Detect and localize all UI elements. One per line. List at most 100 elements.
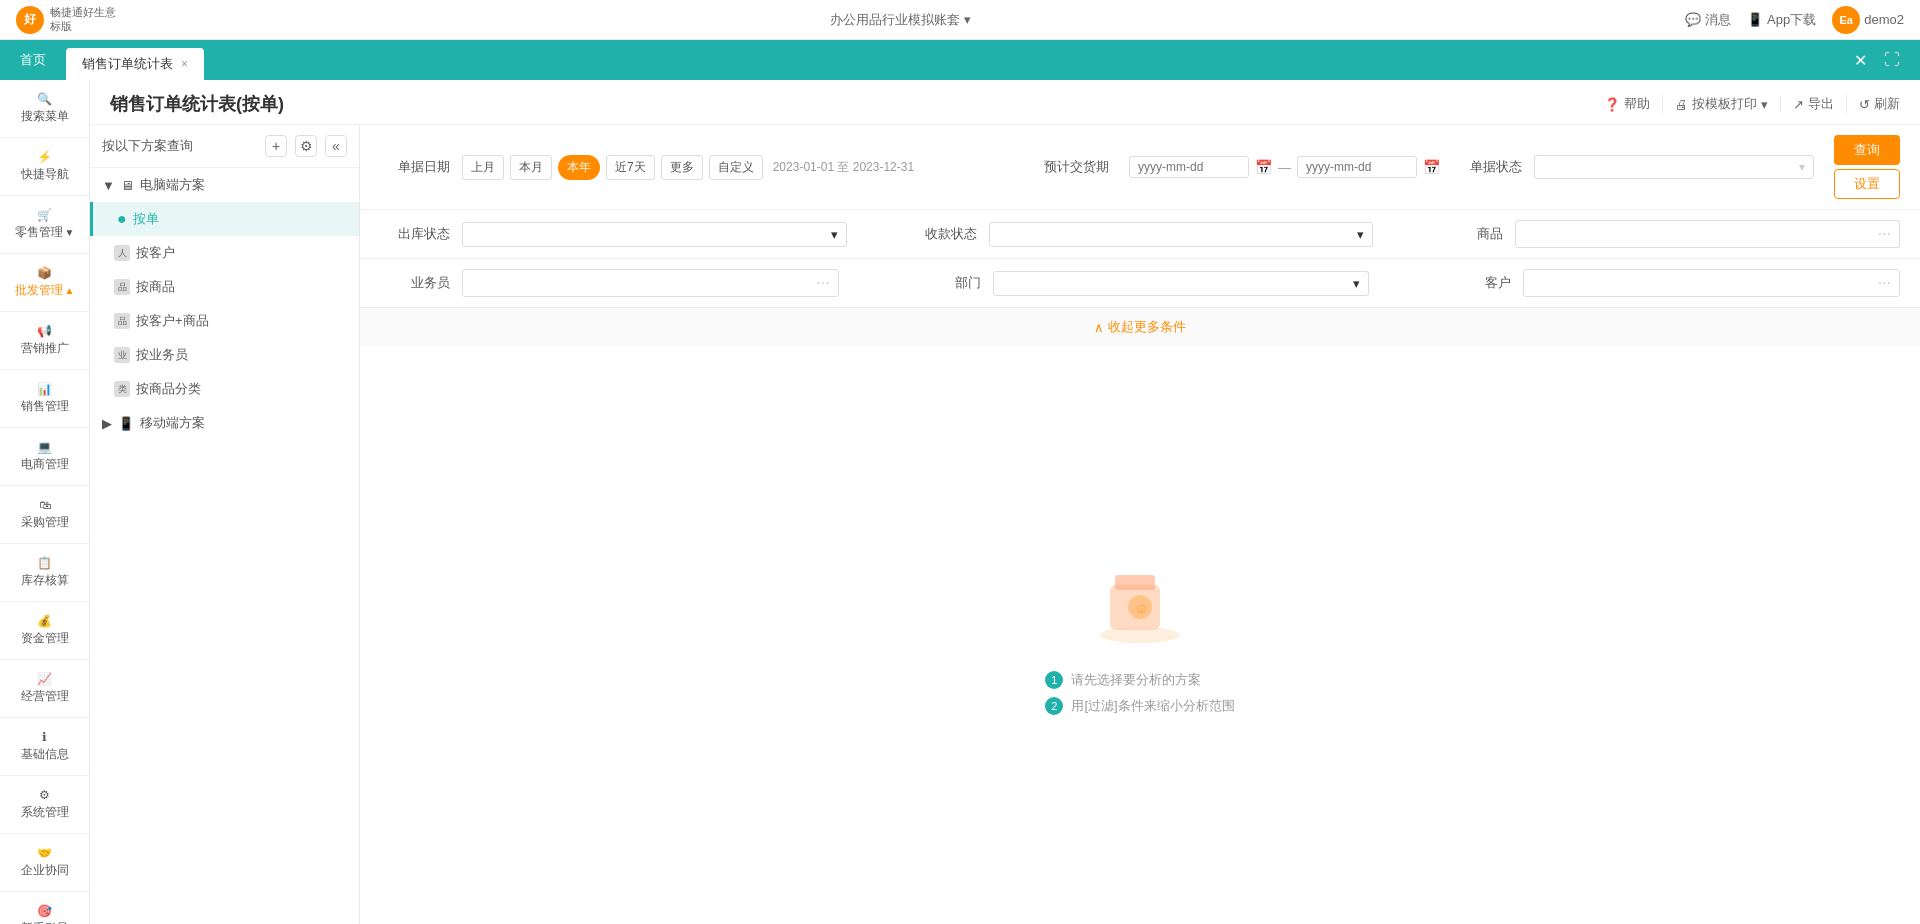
dept-select[interactable]: ▾	[993, 271, 1370, 296]
date-buttons-group: 上月 本月 本年 近7天 更多 自定义 2023-01-01 至 2023-12…	[462, 155, 1017, 180]
scheme-item-by-customer-goods[interactable]: 品 按客户+商品	[90, 304, 359, 338]
scheme-item-by-category[interactable]: 类 按商品分类	[90, 372, 359, 406]
finance-icon: 💰	[37, 614, 52, 628]
expected-date-start[interactable]	[1129, 156, 1249, 178]
collapse-bar[interactable]: ∧ 收起更多条件	[360, 307, 1920, 346]
sidebar-item-system[interactable]: ⚙ 系统管理	[0, 776, 89, 834]
tab-active[interactable]: 销售订单统计表 ×	[66, 48, 204, 80]
sidebar-item-marketing[interactable]: 📢 营销推广	[0, 312, 89, 370]
calendar-end-icon[interactable]: 📅	[1423, 159, 1440, 175]
sidebar-item-wholesale[interactable]: 📦 批发管理 ▲	[0, 254, 89, 312]
salesperson-scheme-icon: 业	[114, 347, 130, 363]
scheme-item-by-salesperson[interactable]: 业 按业务员	[90, 338, 359, 372]
wholesale-arrow-icon: ▲	[65, 285, 75, 296]
hint-num-2: 2	[1045, 697, 1063, 715]
export-btn[interactable]: ↗ 导出	[1793, 95, 1834, 113]
scheme-panel: 按以下方案查询 + ⚙ « ▼ 🖥 电脑端方案 ● 按单	[90, 125, 360, 924]
pc-scheme-section: ▼ 🖥 电脑端方案 ● 按单 人 按客户 品 按商品	[90, 168, 359, 406]
sidebar-item-quicknav[interactable]: ⚡ 快捷导航	[0, 138, 89, 196]
sidebar-item-purchase[interactable]: 🛍 采购管理	[0, 486, 89, 544]
sidebar-item-guide[interactable]: 🎯 新手引导	[0, 892, 89, 924]
sidebar-item-operations[interactable]: 📈 经营管理	[0, 660, 89, 718]
sidebar-item-ecommerce[interactable]: 💻 电商管理	[0, 428, 89, 486]
app-download-btn[interactable]: 📱 App下载	[1747, 11, 1816, 29]
customer-input[interactable]: ···	[1523, 269, 1900, 297]
message-icon: 💬	[1685, 12, 1701, 27]
mobile-arrow-icon: ▶	[102, 416, 112, 431]
sidebar-item-collaboration[interactable]: 🤝 企业协同	[0, 834, 89, 892]
page-actions: ❓ 帮助 🖨 按模板打印 ▾ ↗ 导出 ↺ 刷新	[1604, 95, 1900, 113]
date-btn-more[interactable]: 更多	[661, 155, 703, 180]
order-status-select[interactable]: ▾	[1534, 155, 1814, 179]
date-btn-this-year[interactable]: 本年	[558, 155, 600, 180]
search-btn[interactable]: 查询	[1834, 135, 1900, 165]
delivery-status-select[interactable]: ▾	[462, 222, 847, 247]
date-separator: —	[1278, 160, 1291, 175]
tab-close-icon[interactable]: ×	[181, 57, 188, 71]
tabbar: 首页 销售订单统计表 × ✕ ⛶	[0, 40, 1920, 80]
guide-icon: 🎯	[37, 904, 52, 918]
date-btn-custom[interactable]: 自定义	[709, 155, 763, 180]
scheme-setting-btn[interactable]: ⚙	[295, 135, 317, 157]
close-window-btn[interactable]: ✕	[1848, 48, 1872, 72]
sidebar-item-finance[interactable]: 💰 资金管理	[0, 602, 89, 660]
receipt-status-label: 收款状态	[907, 225, 977, 243]
message-btn[interactable]: 💬 消息	[1685, 11, 1731, 29]
scheme-add-btn[interactable]: +	[265, 135, 287, 157]
expected-date-label: 预计交货期	[1029, 158, 1109, 176]
salesperson-dots[interactable]: ···	[816, 274, 829, 292]
maximize-btn[interactable]: ⛶	[1880, 48, 1904, 72]
sidebar-item-sales[interactable]: 📊 销售管理	[0, 370, 89, 428]
setting-btn[interactable]: 设置	[1834, 169, 1900, 199]
scheme-item-by-order[interactable]: ● 按单	[90, 202, 359, 236]
user-area[interactable]: Ea demo2	[1832, 6, 1904, 34]
sidebar-item-inventory[interactable]: 📋 库存核算	[0, 544, 89, 602]
help-btn[interactable]: ❓ 帮助	[1604, 95, 1650, 113]
active-item-icon: ●	[117, 210, 127, 228]
expected-date-end[interactable]	[1297, 156, 1417, 178]
pc-section-header[interactable]: ▼ 🖥 电脑端方案	[90, 168, 359, 202]
goods-dots[interactable]: ···	[1878, 225, 1891, 243]
dropdown-icon: ▾	[964, 12, 971, 27]
goods-filter-label: 商品	[1433, 225, 1503, 243]
topbar-left: 好 畅捷通好生意 标版	[16, 6, 116, 34]
dept-label: 部门	[911, 274, 981, 292]
scheme-title: 按以下方案查询	[102, 137, 193, 155]
salesperson-input[interactable]: ···	[462, 269, 839, 297]
sales-icon: 📊	[37, 382, 52, 396]
customer-dots[interactable]: ···	[1878, 274, 1891, 292]
date-btn-7days[interactable]: 近7天	[606, 155, 655, 180]
topbar-right: 💬 消息 📱 App下载 Ea demo2	[1685, 6, 1904, 34]
tab-home[interactable]: 首页	[0, 40, 66, 80]
divider	[1662, 95, 1663, 113]
scheme-item-by-customer[interactable]: 人 按客户	[90, 236, 359, 270]
template-print-btn[interactable]: 🖨 按模板打印 ▾	[1675, 95, 1768, 113]
scheme-header-actions: + ⚙ «	[265, 135, 347, 157]
mobile-section-header[interactable]: ▶ 📱 移动端方案	[102, 414, 347, 432]
sidebar: 🔍 搜索菜单 ⚡ 快捷导航 🛒 零售管理 ▼ 📦 批发管理 ▲ 📢 营销推广	[0, 80, 90, 924]
page-selector[interactable]: 办公用品行业模拟账套 ▾	[830, 11, 971, 29]
receipt-status-item: 收款状态 ▾	[907, 222, 1374, 247]
refresh-btn[interactable]: ↺ 刷新	[1859, 95, 1900, 113]
export-icon: ↗	[1793, 97, 1804, 112]
goods-input[interactable]: ···	[1515, 220, 1900, 248]
divider2	[1780, 95, 1781, 113]
dept-item: 部门 ▾	[911, 271, 1370, 296]
date-btn-this-month[interactable]: 本月	[510, 155, 552, 180]
logo-text: 畅捷通好生意 标版	[50, 6, 116, 32]
salesperson-item: 业务员 ···	[380, 269, 839, 297]
operations-icon: 📈	[37, 672, 52, 686]
receipt-status-select[interactable]: ▾	[989, 222, 1374, 247]
calendar-start-icon[interactable]: 📅	[1255, 159, 1272, 175]
scheme-item-by-goods[interactable]: 品 按商品	[90, 270, 359, 304]
category-scheme-icon: 类	[114, 381, 130, 397]
basicinfo-icon: ℹ	[42, 730, 47, 744]
sidebar-item-search[interactable]: 🔍 搜索菜单	[0, 80, 89, 138]
date-btn-last-month[interactable]: 上月	[462, 155, 504, 180]
logo-area: 好 畅捷通好生意 标版	[16, 6, 116, 34]
sidebar-item-basicinfo[interactable]: ℹ 基础信息	[0, 718, 89, 776]
salesperson-label: 业务员	[380, 274, 450, 292]
order-status-arrow-icon: ▾	[1799, 160, 1805, 174]
sidebar-item-retail[interactable]: 🛒 零售管理 ▼	[0, 196, 89, 254]
scheme-collapse-btn[interactable]: «	[325, 135, 347, 157]
